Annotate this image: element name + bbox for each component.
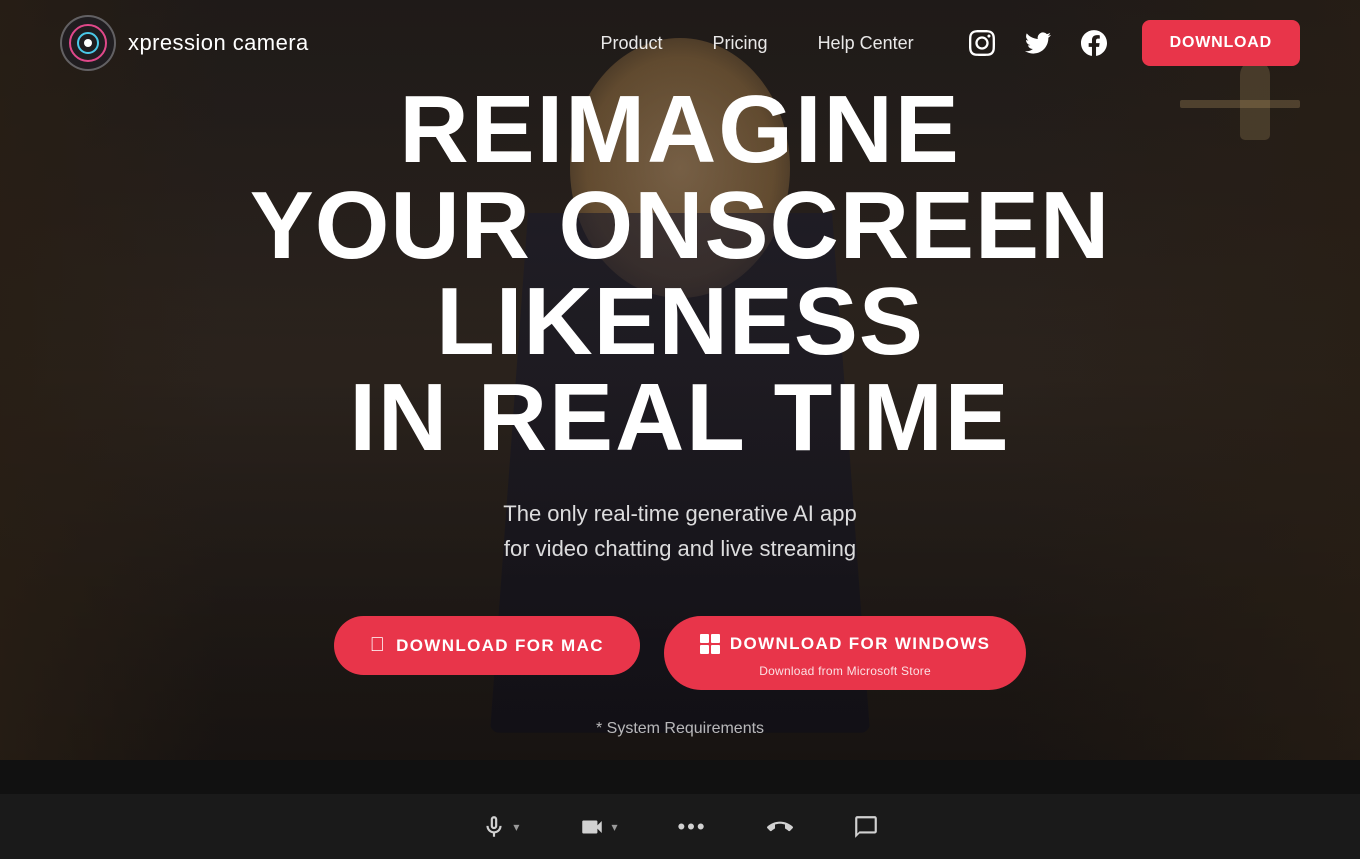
hero-title-line1: REIMAGINE — [0, 82, 1360, 178]
end-call-icon — [767, 814, 793, 840]
chat-icon — [853, 814, 879, 840]
hero-content: REIMAGINE YOUR ONSCREEN LIKENESS IN REAL… — [0, 0, 1360, 760]
logo-icon — [60, 15, 116, 71]
end-call-control[interactable] — [767, 814, 793, 840]
logo-link[interactable]: xpression camera — [60, 15, 309, 71]
hero-subtitle: The only real-time generative AI app for… — [503, 496, 856, 566]
social-links — [964, 25, 1112, 61]
facebook-icon[interactable] — [1076, 25, 1112, 61]
more-options-control[interactable]: ••• — [677, 814, 706, 840]
hero-title-line3: IN REAL TIME — [0, 370, 1360, 466]
twitter-icon[interactable] — [1020, 25, 1056, 61]
camera-dropdown-arrow: ▾ — [611, 820, 617, 834]
nav-links: Product Pricing Help Center — [600, 33, 913, 54]
microphone-dropdown-arrow: ▾ — [513, 820, 519, 834]
microphone-icon — [481, 814, 507, 840]
camera-control[interactable]: ▾ — [579, 814, 617, 840]
hero-title-line2: YOUR ONSCREEN LIKENESS — [0, 178, 1360, 370]
nav-pricing[interactable]: Pricing — [713, 33, 768, 54]
camera-icon — [579, 814, 605, 840]
hero-section: REIMAGINE YOUR ONSCREEN LIKENESS IN REAL… — [0, 0, 1360, 760]
more-dots-icon: ••• — [677, 814, 706, 840]
download-windows-button[interactable]: DOWNLOAD FOR WINDOWS Download from Micro… — [664, 616, 1026, 690]
chat-control[interactable] — [853, 814, 879, 840]
bottom-toolbar: ▾ ▾ ••• — [0, 794, 1360, 859]
apple-icon:  — [370, 634, 386, 657]
windows-icon — [700, 634, 720, 654]
navbar: xpression camera Product Pricing Help Ce… — [0, 0, 1360, 86]
hero-cta-buttons:  DOWNLOAD FOR MAC DOWNLOAD FOR WINDOWS … — [334, 616, 1027, 690]
nav-download-button[interactable]: DOWNLOAD — [1142, 20, 1300, 66]
hero-title: REIMAGINE YOUR ONSCREEN LIKENESS IN REAL… — [0, 82, 1360, 496]
microsoft-store-label: Download from Microsoft Store — [759, 664, 931, 678]
nav-product[interactable]: Product — [600, 33, 662, 54]
nav-help-center[interactable]: Help Center — [818, 33, 914, 54]
instagram-icon[interactable] — [964, 25, 1000, 61]
brand-name: xpression camera — [128, 30, 309, 56]
system-requirements-link[interactable]: * System Requirements — [596, 720, 764, 738]
download-mac-button[interactable]:  DOWNLOAD FOR MAC — [334, 616, 640, 675]
microphone-control[interactable]: ▾ — [481, 814, 519, 840]
